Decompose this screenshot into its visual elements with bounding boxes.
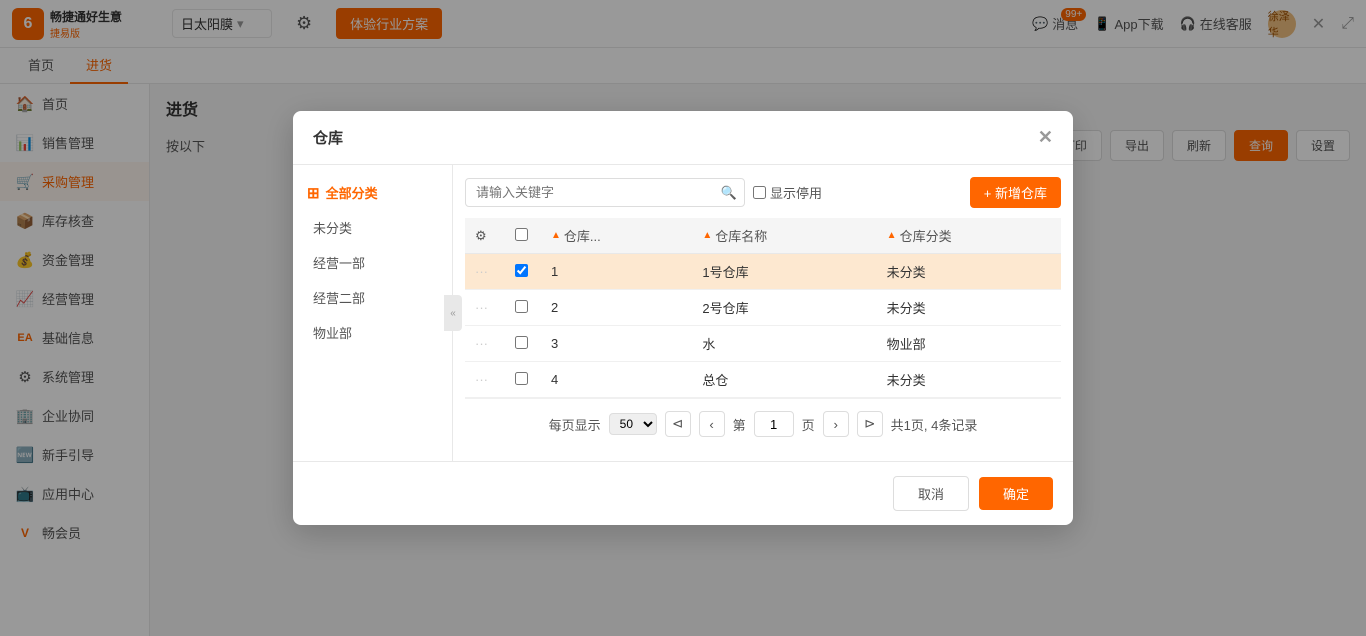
category-item-1[interactable]: 经营一部: [293, 245, 452, 280]
cancel-button[interactable]: 取消: [893, 476, 969, 511]
category-sidebar: ⊞ 全部分类 未分类 经营一部 经营二部 物业部 «: [293, 165, 453, 461]
cell-checkbox[interactable]: [505, 326, 541, 362]
cell-category: 未分类: [877, 254, 1061, 290]
first-page-button[interactable]: ⊲: [665, 411, 691, 437]
search-icon: 🔍: [721, 185, 737, 201]
modal-header: 仓库 ✕: [293, 111, 1073, 165]
table-toolbar: 🔍 显示停用 + 新增仓库: [465, 177, 1061, 208]
sort-icon-cat: ▲: [887, 230, 897, 241]
table-row[interactable]: ··· 4 总仓 未分类: [465, 362, 1061, 398]
collapse-sidebar-button[interactable]: «: [444, 295, 462, 331]
cell-category: 物业部: [877, 326, 1061, 362]
table-row[interactable]: ··· 2 2号仓库 未分类: [465, 290, 1061, 326]
all-categories[interactable]: ⊞ 全部分类: [293, 175, 452, 210]
cell-more[interactable]: ···: [465, 362, 505, 398]
th-checkbox[interactable]: [505, 218, 541, 254]
table-head: ⚙ ▲ 仓库...: [465, 218, 1061, 254]
modal-footer: 取消 确定: [293, 461, 1073, 525]
table-body: ··· 1 1号仓库 未分类 ··· 2 2号仓库 未分类 ··· 3 水 物业…: [465, 254, 1061, 398]
th-category: ▲ 仓库分类: [877, 218, 1061, 254]
cell-more[interactable]: ···: [465, 290, 505, 326]
modal-title: 仓库: [313, 127, 343, 148]
page-size-select[interactable]: 50: [609, 413, 657, 435]
page-size-label: 每页显示: [549, 415, 601, 434]
cell-code: 3: [541, 326, 692, 362]
page-label: 页: [802, 415, 815, 434]
cell-checkbox[interactable]: [505, 362, 541, 398]
next-page-button[interactable]: ›: [823, 411, 849, 437]
page-input[interactable]: [754, 411, 794, 437]
show-disabled-label[interactable]: 显示停用: [753, 183, 822, 202]
prev-page-button[interactable]: ‹: [699, 411, 725, 437]
cell-category: 未分类: [877, 290, 1061, 326]
modal-close-button[interactable]: ✕: [1038, 127, 1053, 148]
th-name: ▲ 仓库名称: [692, 218, 876, 254]
search-input-wrap: 🔍: [465, 178, 745, 207]
show-disabled-checkbox[interactable]: [753, 186, 766, 199]
page-section-label: 第: [733, 415, 746, 434]
cell-checkbox[interactable]: [505, 254, 541, 290]
modal-body: ⊞ 全部分类 未分类 经营一部 经营二部 物业部 «: [293, 165, 1073, 461]
pagination: 每页显示 50 ⊲ ‹ 第 页 › ⊳ 共1页, 4条记录: [465, 398, 1061, 449]
cell-name: 1号仓库: [692, 254, 876, 290]
table-row[interactable]: ··· 1 1号仓库 未分类: [465, 254, 1061, 290]
cell-more[interactable]: ···: [465, 254, 505, 290]
last-page-button[interactable]: ⊳: [857, 411, 883, 437]
cell-name: 2号仓库: [692, 290, 876, 326]
th-code: ▲ 仓库...: [541, 218, 692, 254]
select-all-checkbox[interactable]: [515, 228, 528, 241]
warehouse-table: ⚙ ▲ 仓库...: [465, 218, 1061, 398]
total-label: 共1页, 4条记录: [891, 415, 978, 434]
table-row[interactable]: ··· 3 水 物业部: [465, 326, 1061, 362]
cell-code: 2: [541, 290, 692, 326]
warehouse-modal: 仓库 ✕ ⊞ 全部分类 未分类 经营一部 经营二部: [293, 111, 1073, 525]
settings-icon: ⚙: [475, 228, 487, 243]
table-container: ⚙ ▲ 仓库...: [465, 218, 1061, 398]
add-warehouse-button[interactable]: + 新增仓库: [970, 177, 1061, 208]
cell-name: 总仓: [692, 362, 876, 398]
th-settings[interactable]: ⚙: [465, 218, 505, 254]
cell-checkbox[interactable]: [505, 290, 541, 326]
sort-icon: ▲: [551, 230, 561, 241]
category-item-3[interactable]: 物业部: [293, 315, 452, 350]
cell-category: 未分类: [877, 362, 1061, 398]
cell-more[interactable]: ···: [465, 326, 505, 362]
category-item-2[interactable]: 经营二部: [293, 280, 452, 315]
modal-overlay: 仓库 ✕ ⊞ 全部分类 未分类 经营一部 经营二部: [0, 0, 1366, 636]
search-input[interactable]: [465, 178, 745, 207]
cell-code: 4: [541, 362, 692, 398]
all-categories-label: 全部分类: [326, 183, 378, 202]
cell-name: 水: [692, 326, 876, 362]
grid-icon: ⊞: [307, 184, 320, 202]
sort-icon-name: ▲: [702, 230, 712, 241]
confirm-button[interactable]: 确定: [979, 477, 1053, 510]
table-header-row: ⚙ ▲ 仓库...: [465, 218, 1061, 254]
table-area: 🔍 显示停用 + 新增仓库 ⚙: [453, 165, 1073, 461]
cell-code: 1: [541, 254, 692, 290]
category-item-0[interactable]: 未分类: [293, 210, 452, 245]
